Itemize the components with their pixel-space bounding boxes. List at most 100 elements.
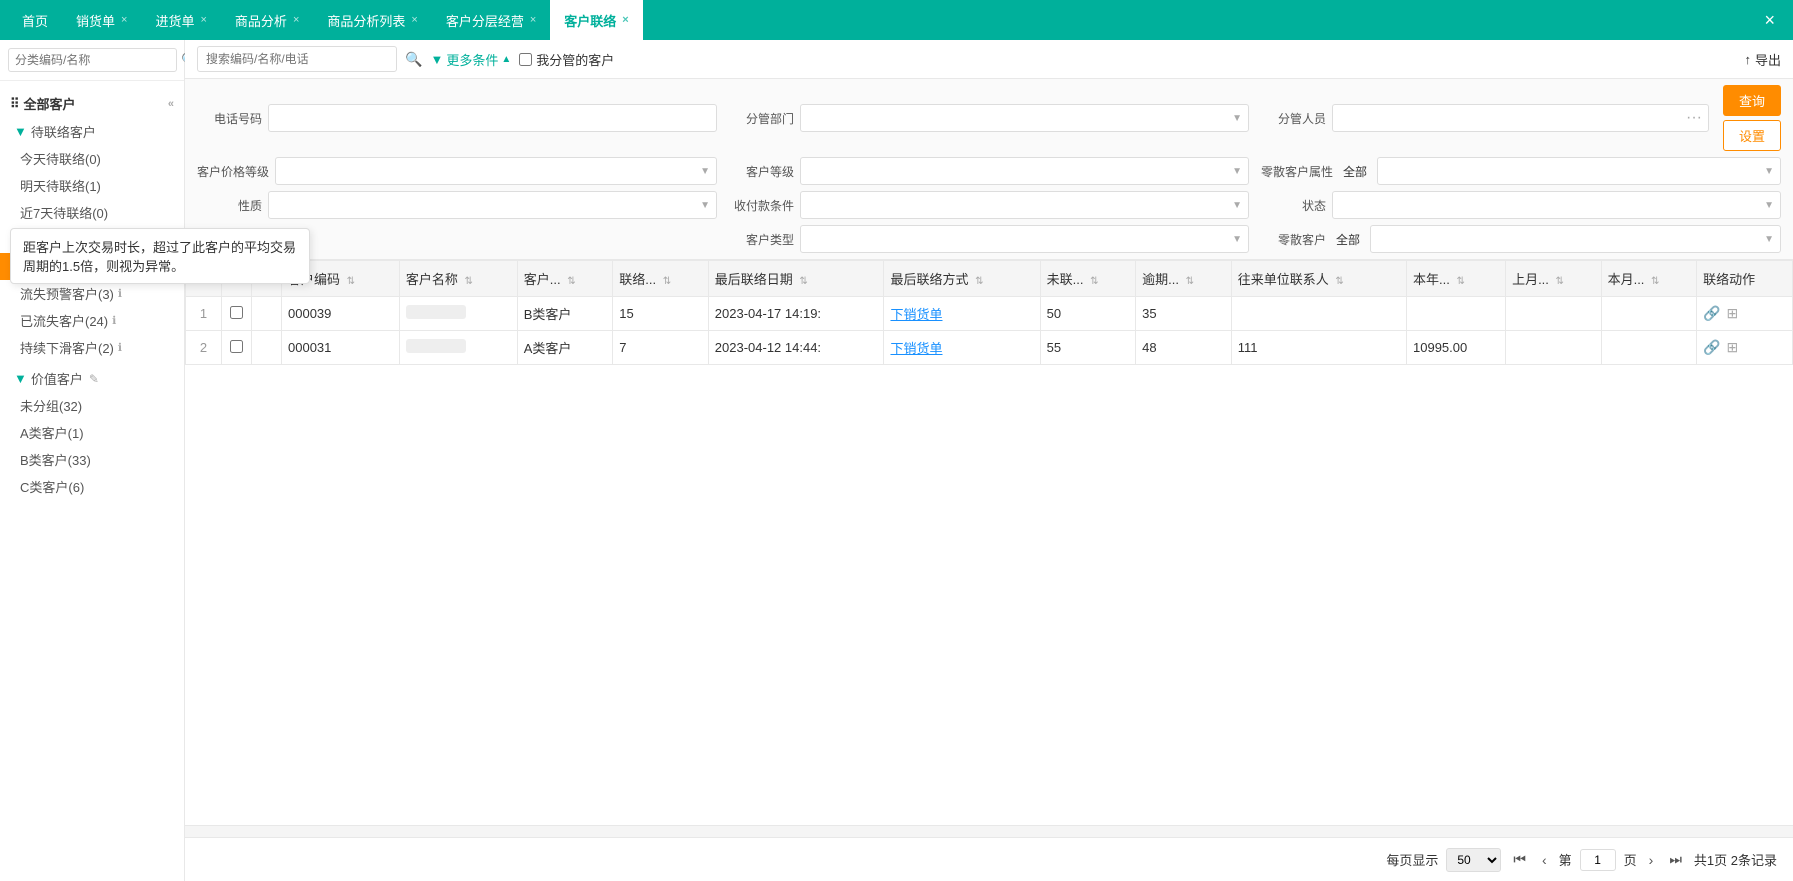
search-input[interactable]: [197, 46, 397, 72]
sidebar-item-declining[interactable]: 持续下滑客户(2) ℹ: [0, 334, 184, 361]
sort-icon: ⇅: [975, 276, 983, 287]
arrow-icon: ▼: [14, 371, 27, 386]
cell-code: 000031: [282, 331, 400, 365]
sparse-customer-select[interactable]: ▼: [1370, 225, 1781, 253]
nav-sales[interactable]: 销货单 ×: [62, 0, 141, 40]
nav-customer-contact[interactable]: 客户联络 ×: [550, 0, 642, 40]
prev-page-button[interactable]: ‹: [1538, 850, 1551, 870]
phone-input[interactable]: [268, 104, 717, 132]
cell-checkbox[interactable]: [222, 297, 252, 331]
nav-product-analysis-list[interactable]: 商品分析列表 ×: [313, 0, 431, 40]
th-this-month[interactable]: 本月... ⇅: [1601, 261, 1697, 297]
th-overdue[interactable]: 逾期... ⇅: [1136, 261, 1232, 297]
last-method-link[interactable]: 下销货单: [890, 341, 942, 356]
th-level[interactable]: 客户... ⇅: [517, 261, 613, 297]
sidebar-item-churn-warning[interactable]: 流失预警客户(3) ℹ: [0, 280, 184, 307]
nav-purchase[interactable]: 进货单 ×: [141, 0, 220, 40]
cell-last-method[interactable]: 下销货单: [884, 297, 1040, 331]
row-checkbox[interactable]: [230, 306, 243, 319]
total-label: 共1页 2条记录: [1694, 850, 1777, 869]
grid-action-icon[interactable]: ⊞: [1727, 305, 1739, 322]
first-page-button[interactable]: ⏮: [1509, 849, 1530, 870]
th-last-method[interactable]: 最后联络方式 ⇅: [884, 261, 1040, 297]
th-last-month[interactable]: 上月... ⇅: [1506, 261, 1602, 297]
table-area: ⚙ 客户编码 ⇅ 客户名称 ⇅ 客户... ⇅ 联络... ⇅ 最后联络日期 ⇅…: [185, 260, 1793, 825]
sidebar-item-7days[interactable]: 近7天待联络(0): [0, 199, 184, 226]
next-page-button[interactable]: ›: [1645, 850, 1658, 870]
right-content: 🔍 ▼ 更多条件 ▲ 我分管的客户 ↑ 导出 电话号码: [185, 40, 1793, 881]
th-last-date[interactable]: 最后联络日期 ⇅: [708, 261, 884, 297]
customer-level-select[interactable]: ▼: [800, 157, 1249, 185]
link-action-icon[interactable]: 🔗: [1703, 339, 1720, 356]
sidebar-group-pending[interactable]: ▼ 待联络客户: [0, 118, 184, 145]
label-price-level: 客户价格等级: [197, 163, 269, 180]
horizontal-scrollbar[interactable]: [185, 825, 1793, 837]
sidebar-item-a-class[interactable]: A类客户(1): [0, 419, 184, 446]
th-name[interactable]: 客户名称 ⇅: [399, 261, 517, 297]
chevron-down-icon: ▼: [1232, 113, 1242, 124]
grid-action-icon[interactable]: ⊞: [1727, 339, 1739, 356]
nature-select[interactable]: ▼: [268, 191, 717, 219]
sidebar-search-area: 🔍: [0, 40, 184, 81]
sparse-attr-select[interactable]: ▼: [1377, 157, 1781, 185]
filter-icon: ▼: [430, 52, 443, 67]
status-select[interactable]: ▼: [1332, 191, 1781, 219]
all-customers-header[interactable]: ⠿ 全部客户 «: [0, 89, 184, 118]
per-page-select[interactable]: 50 100 200: [1446, 848, 1501, 872]
sidebar-item-churned[interactable]: 已流失客户(24) ℹ: [0, 307, 184, 334]
search-button[interactable]: 🔍: [405, 51, 422, 68]
info-icon: ℹ: [118, 341, 122, 354]
nav-home[interactable]: 首页: [8, 0, 62, 40]
dots-icon[interactable]: ···: [1686, 109, 1702, 127]
settings-button[interactable]: 设置: [1723, 120, 1781, 151]
window-close-button[interactable]: ×: [1754, 10, 1785, 31]
close-icon[interactable]: ×: [622, 14, 628, 26]
last-page-button[interactable]: ⏭: [1665, 849, 1686, 870]
main-layout: 🔍 ⠿ 全部客户 « ▼ 待联络客户 今天待联络(0) 明天待联络(1) 近7天…: [0, 40, 1793, 881]
row-checkbox[interactable]: [230, 340, 243, 353]
sort-icon: ⇅: [663, 276, 671, 287]
th-contact[interactable]: 联络... ⇅: [613, 261, 709, 297]
collapse-icon[interactable]: «: [168, 98, 174, 110]
th-unit-contact[interactable]: 往来单位联系人 ⇅: [1231, 261, 1406, 297]
dept-select[interactable]: ▼: [800, 104, 1249, 132]
close-icon[interactable]: ×: [121, 14, 127, 26]
price-level-select[interactable]: ▼: [275, 157, 717, 185]
payment-select[interactable]: ▼: [800, 191, 1249, 219]
cell-idx: 2: [186, 331, 222, 365]
cell-checkbox[interactable]: [222, 331, 252, 365]
link-action-icon[interactable]: 🔗: [1703, 305, 1720, 322]
export-button[interactable]: ↑ 导出: [1744, 50, 1781, 69]
my-customers-checkbox[interactable]: [519, 53, 532, 66]
chevron-down-icon: ▼: [1764, 234, 1774, 245]
nav-customer-tier[interactable]: 客户分层经营 ×: [432, 0, 550, 40]
query-button[interactable]: 查询: [1723, 85, 1781, 116]
edit-icon[interactable]: ✎: [89, 372, 99, 386]
th-uncontacted[interactable]: 未联... ⇅: [1040, 261, 1136, 297]
close-icon[interactable]: ×: [200, 14, 206, 26]
close-icon[interactable]: ×: [411, 14, 417, 26]
more-conditions-button[interactable]: ▼ 更多条件 ▲: [430, 50, 511, 69]
sidebar-item-tomorrow[interactable]: 明天待联络(1): [0, 172, 184, 199]
sort-icon: ⇅: [567, 276, 575, 287]
left-sidebar: 🔍 ⠿ 全部客户 « ▼ 待联络客户 今天待联络(0) 明天待联络(1) 近7天…: [0, 40, 185, 881]
cell-level: B类客户: [517, 297, 613, 331]
manager-input-area[interactable]: ···: [1332, 104, 1709, 132]
sidebar-search-input[interactable]: [8, 48, 177, 72]
customer-type-select[interactable]: ▼: [800, 225, 1249, 253]
sidebar-item-c-class[interactable]: C类客户(6): [0, 473, 184, 500]
sidebar-item-b-class[interactable]: B类客户(33): [0, 446, 184, 473]
arrow-icon: ▼: [14, 124, 27, 139]
page-number-input[interactable]: [1580, 849, 1616, 871]
cell-last-method[interactable]: 下销货单: [884, 331, 1040, 365]
close-icon[interactable]: ×: [530, 14, 536, 26]
th-this-year[interactable]: 本年... ⇅: [1407, 261, 1506, 297]
label-customer-type: 客户类型: [729, 231, 794, 248]
sidebar-item-today[interactable]: 今天待联络(0): [0, 145, 184, 172]
my-customers-checkbox-label[interactable]: 我分管的客户: [519, 50, 614, 69]
nav-product-analysis[interactable]: 商品分析 ×: [221, 0, 313, 40]
close-icon[interactable]: ×: [293, 14, 299, 26]
last-method-link[interactable]: 下销货单: [890, 307, 942, 322]
sidebar-item-ungrouped[interactable]: 未分组(32): [0, 392, 184, 419]
sidebar-value-group[interactable]: ▼ 价值客户 ✎: [0, 365, 184, 392]
